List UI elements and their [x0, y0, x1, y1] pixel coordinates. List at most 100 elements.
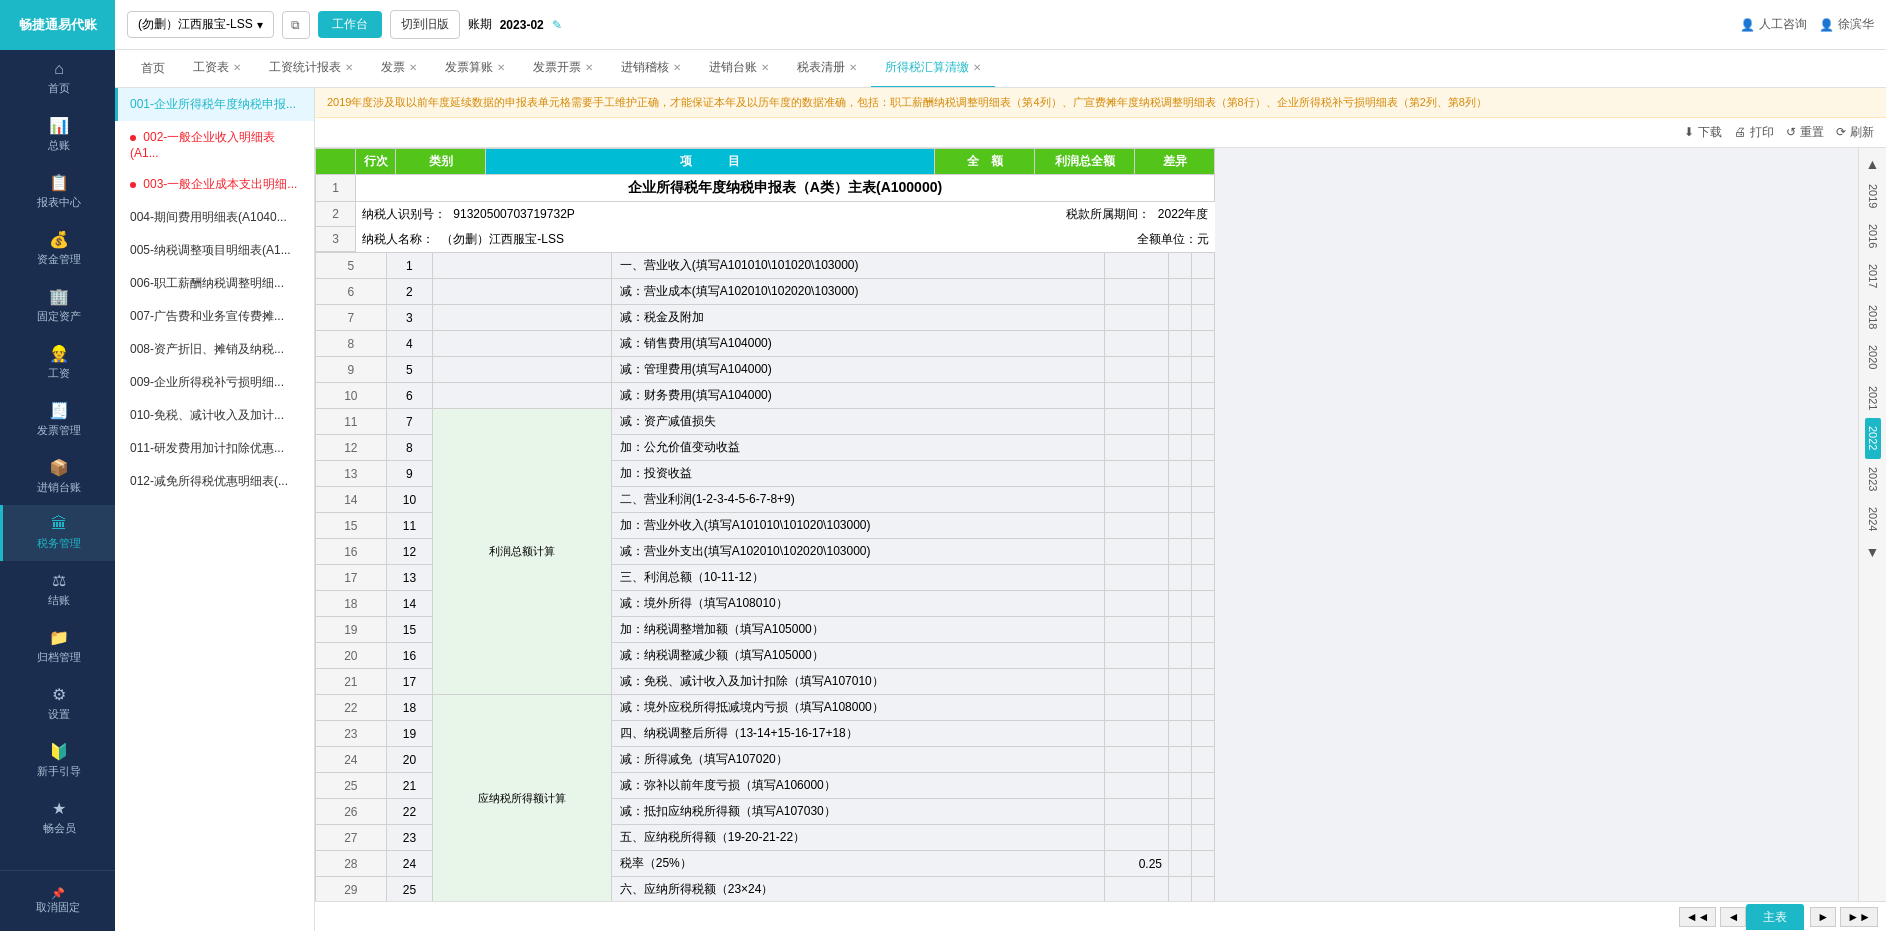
value-cell[interactable] [1104, 747, 1168, 773]
year-nav-up[interactable]: ▲ [1862, 152, 1884, 176]
sidebar-item-closing[interactable]: ⚖ 结账 [0, 561, 115, 618]
sidebar-item-archive[interactable]: 📁 归档管理 [0, 618, 115, 675]
value-cell[interactable] [1104, 331, 1168, 357]
nav-last[interactable]: ►► [1840, 907, 1878, 927]
left-panel-item-004[interactable]: 004-期间费用明细表(A1040... [115, 201, 314, 234]
company-selector[interactable]: (勿删）江西服宝-LSS ▾ [127, 11, 274, 38]
value-cell[interactable] [1104, 773, 1168, 799]
sidebar-item-payroll[interactable]: 👷 工资 [0, 334, 115, 391]
tab-payroll[interactable]: 工资表 ✕ [179, 50, 255, 88]
workstation-button[interactable]: 工作台 [318, 11, 382, 38]
tab-purchase-ledger[interactable]: 进销台账 ✕ [695, 50, 783, 88]
tab-invoice[interactable]: 发票 ✕ [367, 50, 431, 88]
period-edit-icon[interactable]: ✎ [552, 18, 562, 32]
sidebar-item-settings[interactable]: ⚙ 设置 [0, 675, 115, 732]
year-nav-down[interactable]: ▼ [1862, 540, 1884, 564]
unpin-button[interactable]: 📌 取消固定 [0, 881, 115, 921]
tab-tax-register[interactable]: 税表清册 ✕ [783, 50, 871, 88]
value-cell[interactable] [1104, 877, 1168, 902]
sidebar-item-report-center[interactable]: 📋 报表中心 [0, 163, 115, 220]
left-panel-item-001[interactable]: 001-企业所得税年度纳税申报... [115, 88, 314, 121]
value-cell[interactable] [1104, 435, 1168, 461]
left-panel-item-012[interactable]: 012-减免所得税优惠明细表(... [115, 465, 314, 498]
sidebar-item-tax-mgmt[interactable]: 🏛 税务管理 [0, 505, 115, 561]
year-2016[interactable]: 2016 [1865, 216, 1881, 256]
reset-button[interactable]: ↺ 重置 [1786, 124, 1824, 141]
left-panel-item-002[interactable]: 002-一般企业收入明细表(A1... [115, 121, 314, 168]
value-cell[interactable] [1104, 669, 1168, 695]
nav-first[interactable]: ◄◄ [1679, 907, 1717, 927]
close-tab-invoice-open[interactable]: ✕ [585, 62, 593, 73]
value-cell[interactable] [1104, 409, 1168, 435]
left-panel-item-011[interactable]: 011-研发费用加计扣除优惠... [115, 432, 314, 465]
value-cell[interactable] [1104, 643, 1168, 669]
left-panel-item-005[interactable]: 005-纳税调整项目明细表(A1... [115, 234, 314, 267]
year-2017[interactable]: 2017 [1865, 256, 1881, 296]
value-cell[interactable] [1104, 461, 1168, 487]
left-panel-item-010[interactable]: 010-免税、减计收入及加计... [115, 399, 314, 432]
sidebar-item-sales-ledger[interactable]: 📦 进销台账 [0, 448, 115, 505]
sidebar-item-guide[interactable]: 🔰 新手引导 [0, 732, 115, 789]
value-cell[interactable] [1104, 721, 1168, 747]
value-cell[interactable] [1104, 539, 1168, 565]
nav-next[interactable]: ► [1810, 907, 1836, 927]
tab-home[interactable]: 首页 [127, 50, 179, 88]
print-button[interactable]: 🖨 打印 [1734, 124, 1774, 141]
value-cell[interactable] [1104, 695, 1168, 721]
value-cell[interactable]: 0.25 [1104, 851, 1168, 877]
value-cell[interactable] [1104, 383, 1168, 409]
left-panel-item-008[interactable]: 008-资产折旧、摊销及纳税... [115, 333, 314, 366]
switch-old-button[interactable]: 切到旧版 [390, 10, 460, 39]
tab-invoice-open[interactable]: 发票开票 ✕ [519, 50, 607, 88]
value-cell[interactable] [1104, 591, 1168, 617]
sidebar-item-general-ledger[interactable]: 📊 总账 [0, 106, 115, 163]
year-2020[interactable]: 2020 [1865, 337, 1881, 377]
year-2019[interactable]: 2019 [1865, 176, 1881, 216]
value-cell[interactable] [1104, 279, 1168, 305]
year-2023[interactable]: 2023 [1865, 459, 1881, 499]
sidebar-item-fixed-assets[interactable]: 🏢 固定资产 [0, 277, 115, 334]
left-panel-item-006[interactable]: 006-职工薪酬纳税调整明细... [115, 267, 314, 300]
close-tab-income-tax[interactable]: ✕ [973, 62, 981, 73]
refresh-button[interactable]: ⟳ 刷新 [1836, 124, 1874, 141]
sidebar-item-home[interactable]: ⌂ 首页 [0, 50, 115, 106]
close-tab-purchase-ledger[interactable]: ✕ [761, 62, 769, 73]
close-tab-purchase-audit[interactable]: ✕ [673, 62, 681, 73]
value-cell[interactable] [1104, 799, 1168, 825]
value-cell[interactable] [1104, 513, 1168, 539]
value-cell[interactable] [1104, 253, 1168, 279]
year-2022[interactable]: 2022 [1865, 418, 1881, 458]
tab-purchase-audit[interactable]: 进销稽核 ✕ [607, 50, 695, 88]
nav-prev[interactable]: ◄ [1720, 907, 1746, 927]
value-cell[interactable] [1104, 617, 1168, 643]
sheet-tab-main[interactable]: 主表 [1746, 904, 1804, 930]
tab-payroll-stats[interactable]: 工资统计报表 ✕ [255, 50, 367, 88]
value-cell[interactable] [1104, 565, 1168, 591]
value-cell[interactable] [1104, 357, 1168, 383]
value-cell[interactable] [1104, 487, 1168, 513]
value-cell[interactable] [1104, 825, 1168, 851]
spreadsheet-main[interactable]: 行次 类别 项 目 全 额 利润总全额 差异 1 [315, 148, 1858, 902]
service-btn[interactable]: 👤 人工咨询 [1740, 16, 1807, 33]
year-2021[interactable]: 2021 [1865, 378, 1881, 418]
year-2024[interactable]: 2024 [1865, 499, 1881, 539]
close-tab-tax-register[interactable]: ✕ [849, 62, 857, 73]
user-profile[interactable]: 👤 徐滨华 [1819, 16, 1874, 33]
close-tab-invoice[interactable]: ✕ [409, 62, 417, 73]
close-tab-payroll[interactable]: ✕ [233, 62, 241, 73]
left-panel-item-009[interactable]: 009-企业所得税补亏损明细... [115, 366, 314, 399]
close-tab-invoice-calc[interactable]: ✕ [497, 62, 505, 73]
left-panel-item-007[interactable]: 007-广告费和业务宣传费摊... [115, 300, 314, 333]
tab-income-tax[interactable]: 所得税汇算清缴 ✕ [871, 50, 995, 88]
sidebar-item-invoice-mgmt[interactable]: 🧾 发票管理 [0, 391, 115, 448]
value-cell[interactable] [1104, 305, 1168, 331]
tab-invoice-calc[interactable]: 发票算账 ✕ [431, 50, 519, 88]
sidebar-item-vip[interactable]: ★ 畅会员 [0, 789, 115, 846]
sidebar-item-fund-mgmt[interactable]: 💰 资金管理 [0, 220, 115, 277]
year-2018[interactable]: 2018 [1865, 297, 1881, 337]
download-button[interactable]: ⬇ 下载 [1684, 124, 1722, 141]
left-panel-item-003[interactable]: 003-一般企业成本支出明细... [115, 168, 314, 201]
copy-icon-btn[interactable]: ⧉ [282, 11, 310, 39]
sheet-next-nav[interactable]: ► ►► [1810, 907, 1878, 927]
close-tab-payroll-stats[interactable]: ✕ [345, 62, 353, 73]
